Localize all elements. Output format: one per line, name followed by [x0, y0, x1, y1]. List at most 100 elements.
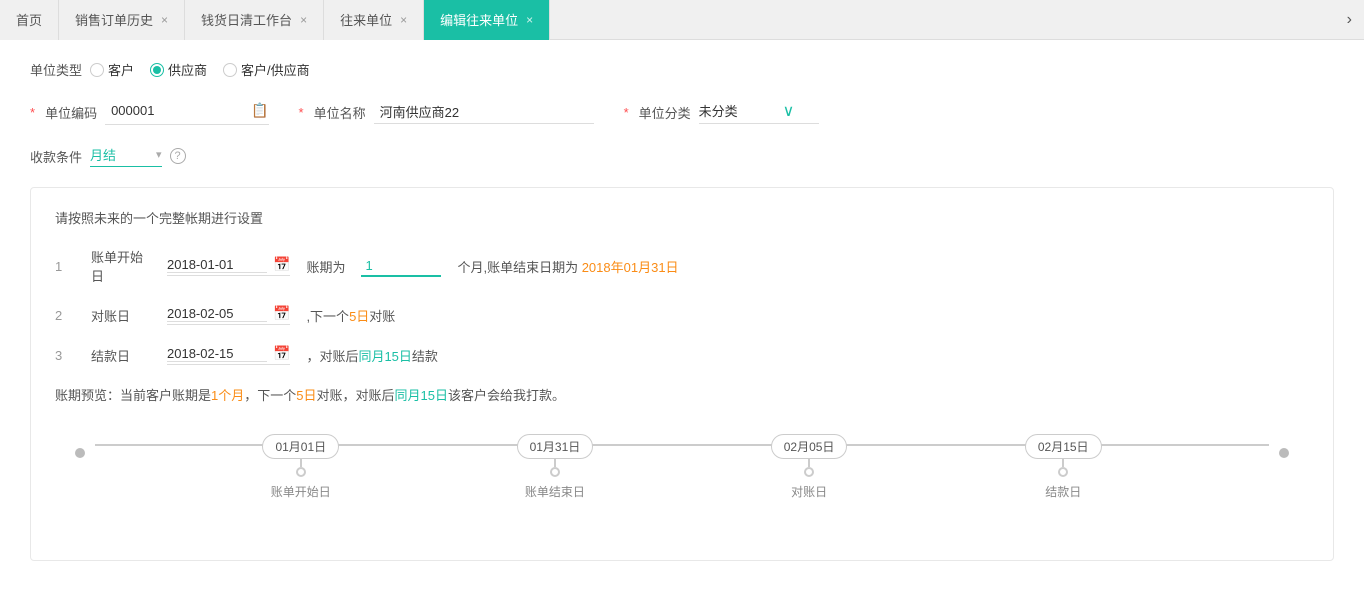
- tab-partners-label: 往来单位: [340, 10, 392, 29]
- tab-partners[interactable]: 往来单位 ×: [324, 0, 424, 40]
- timeline-point-3: 02月05日 对账日: [771, 434, 848, 500]
- period-row-2: 2 对账日 📅 ,下一个5日对账: [55, 305, 1309, 325]
- period-num-1: 1: [55, 259, 75, 274]
- timeline-points: 01月01日 账单开始日 01月31日 账单结束日 02月05日: [75, 434, 1289, 500]
- unit-code-item: * 单位编码 📋: [30, 99, 269, 125]
- timeline-point-1-label: 账单开始日: [271, 483, 331, 500]
- timeline-point-1: 01月01日 账单开始日: [262, 434, 339, 500]
- unit-code-input[interactable]: [105, 99, 245, 122]
- tab-bar: 首页 销售订单历史 × 钱货日清工作台 × 往来单位 × 编辑往来单位 × ›: [0, 0, 1364, 40]
- tab-more-button[interactable]: ›: [1335, 11, 1364, 29]
- period-label-3: 结款日: [91, 346, 151, 365]
- timeline-point-3-connector: [808, 459, 810, 467]
- preview-text: 账期预览：当前客户账期是1个月，下一个5日对账，对账后同月15日该客户会给我打款…: [55, 385, 1309, 404]
- unit-category-arrow-icon: ∨: [783, 101, 795, 121]
- timeline-point-1-circle: [296, 467, 306, 477]
- unit-type-radio-group: 客户 供应商 客户/供应商: [90, 60, 310, 79]
- timeline-point-4-label: 结款日: [1045, 483, 1081, 500]
- period-row3-highlight: 同月15日: [358, 349, 411, 364]
- tab-partners-close[interactable]: ×: [400, 13, 407, 27]
- period-title: 请按照未来的一个完整帐期进行设置: [55, 208, 1309, 227]
- unit-name-label: 单位名称: [314, 103, 366, 122]
- period-label-2: 对账日: [91, 306, 151, 325]
- tab-cash-ledger-close[interactable]: ×: [300, 13, 307, 27]
- payment-row: 收款条件 月结 ▾ ?: [30, 145, 1334, 167]
- payment-help-icon[interactable]: ?: [170, 148, 186, 164]
- unit-code-input-wrap: 📋: [105, 99, 268, 125]
- unit-category-select[interactable]: 未分类 ∨: [699, 101, 819, 124]
- radio-customer-circle: [90, 63, 104, 77]
- tab-sales-history-close[interactable]: ×: [161, 13, 168, 27]
- radio-supplier-label: 供应商: [168, 60, 207, 79]
- radio-both[interactable]: 客户/供应商: [223, 60, 310, 79]
- timeline-point-1-connector: [300, 459, 302, 467]
- period-row3-desc: ，对账后同月15日结款: [306, 346, 438, 365]
- unit-category-label: 单位分类: [639, 103, 691, 122]
- tab-cash-ledger[interactable]: 钱货日清工作台 ×: [185, 0, 324, 40]
- unit-name-input[interactable]: [374, 100, 594, 124]
- preview-prefix: 账期预览：当前客户账期是: [55, 388, 211, 403]
- preview-middle1: ，下一个: [244, 388, 296, 403]
- unit-code-required: *: [30, 105, 35, 120]
- period-date-1-wrap: 📅: [167, 256, 290, 276]
- radio-supplier[interactable]: 供应商: [150, 60, 207, 79]
- period-month-input[interactable]: [361, 256, 441, 277]
- period-row2-prefix: ,下一个: [306, 309, 349, 324]
- period-date-3-icon[interactable]: 📅: [273, 345, 290, 362]
- timeline-point-3-label: 对账日: [791, 483, 827, 500]
- period-box: 请按照未来的一个完整帐期进行设置 1 账单开始日 📅 账期为 个月,账单结束日期…: [30, 187, 1334, 561]
- payment-condition-select[interactable]: 月结 ▾: [90, 145, 162, 167]
- unit-code-label: 单位编码: [45, 103, 97, 122]
- unit-info-row: * 单位编码 📋 * 单位名称 * 单位分类 未分类 ∨: [30, 99, 1334, 125]
- timeline-start: [75, 448, 85, 458]
- tab-edit-partner-label: 编辑往来单位: [440, 10, 518, 29]
- unit-category-required: *: [624, 105, 629, 120]
- period-date-2-icon[interactable]: 📅: [273, 305, 290, 322]
- main-content: 单位类型 客户 供应商 客户/供应商 * 单位编码: [0, 40, 1364, 608]
- timeline-end: [1279, 448, 1289, 458]
- period-suffix2: 个月,账单结束日期为 2018年01月31日: [457, 257, 678, 276]
- period-date-1-icon[interactable]: 📅: [273, 256, 290, 273]
- timeline-point-4: 02月15日 结款日: [1025, 434, 1102, 500]
- tab-edit-partner-close[interactable]: ×: [526, 13, 533, 27]
- preview-section: 账期预览：当前客户账期是1个月，下一个5日对账，对账后同月15日该客户会给我打款…: [55, 385, 1309, 540]
- timeline-point-2-connector: [554, 459, 556, 467]
- unit-type-item: 单位类型 客户 供应商 客户/供应商: [30, 60, 310, 79]
- preview-part3: 同月15日: [395, 388, 448, 403]
- period-row-3: 3 结款日 📅 ，对账后同月15日结款: [55, 345, 1309, 365]
- radio-both-label: 客户/供应商: [241, 60, 310, 79]
- radio-both-circle: [223, 63, 237, 77]
- period-date-2-wrap: 📅: [167, 305, 290, 325]
- period-row3-prefix: ，对账后: [306, 349, 358, 364]
- unit-type-row: 单位类型 客户 供应商 客户/供应商: [30, 60, 1334, 79]
- radio-customer[interactable]: 客户: [90, 60, 134, 79]
- tab-home[interactable]: 首页: [0, 0, 59, 40]
- unit-code-icon[interactable]: 📋: [251, 102, 268, 119]
- payment-condition-label: 收款条件: [30, 147, 82, 166]
- period-row2-suffix: 对账: [369, 309, 395, 324]
- period-row2-desc: ,下一个5日对账: [306, 306, 395, 325]
- tab-sales-history[interactable]: 销售订单历史 ×: [59, 0, 185, 40]
- period-date-3-input[interactable]: [167, 346, 267, 362]
- tab-edit-partner[interactable]: 编辑往来单位 ×: [424, 0, 550, 40]
- preview-suffix: 该客户会给我打款。: [448, 388, 565, 403]
- timeline-point-4-connector: [1062, 459, 1064, 467]
- payment-condition-value: 月结: [90, 145, 150, 164]
- tab-cash-ledger-label: 钱货日清工作台: [201, 10, 292, 29]
- radio-supplier-circle: [150, 63, 164, 77]
- period-date-1-input[interactable]: [167, 257, 267, 273]
- unit-name-required: *: [299, 105, 304, 120]
- radio-customer-label: 客户: [108, 60, 134, 79]
- timeline-point-2: 01月31日 账单结束日: [517, 434, 594, 500]
- period-suffix2-text: 个月,账单结束日期为: [457, 260, 578, 275]
- payment-condition-arrow-icon: ▾: [156, 148, 162, 161]
- timeline-point-4-circle: [1058, 467, 1068, 477]
- period-num-2: 2: [55, 308, 75, 323]
- preview-part1: 1个月: [211, 388, 244, 403]
- timeline-container: 01月01日 账单开始日 01月31日 账单结束日 02月05日: [55, 424, 1309, 540]
- period-date-2-input[interactable]: [167, 306, 267, 322]
- period-row3-suffix: 结款: [412, 349, 438, 364]
- timeline-point-2-label: 账单结束日: [525, 483, 585, 500]
- timeline-point-4-date: 02月15日: [1025, 434, 1102, 459]
- period-suffix1: 账期为: [306, 257, 345, 276]
